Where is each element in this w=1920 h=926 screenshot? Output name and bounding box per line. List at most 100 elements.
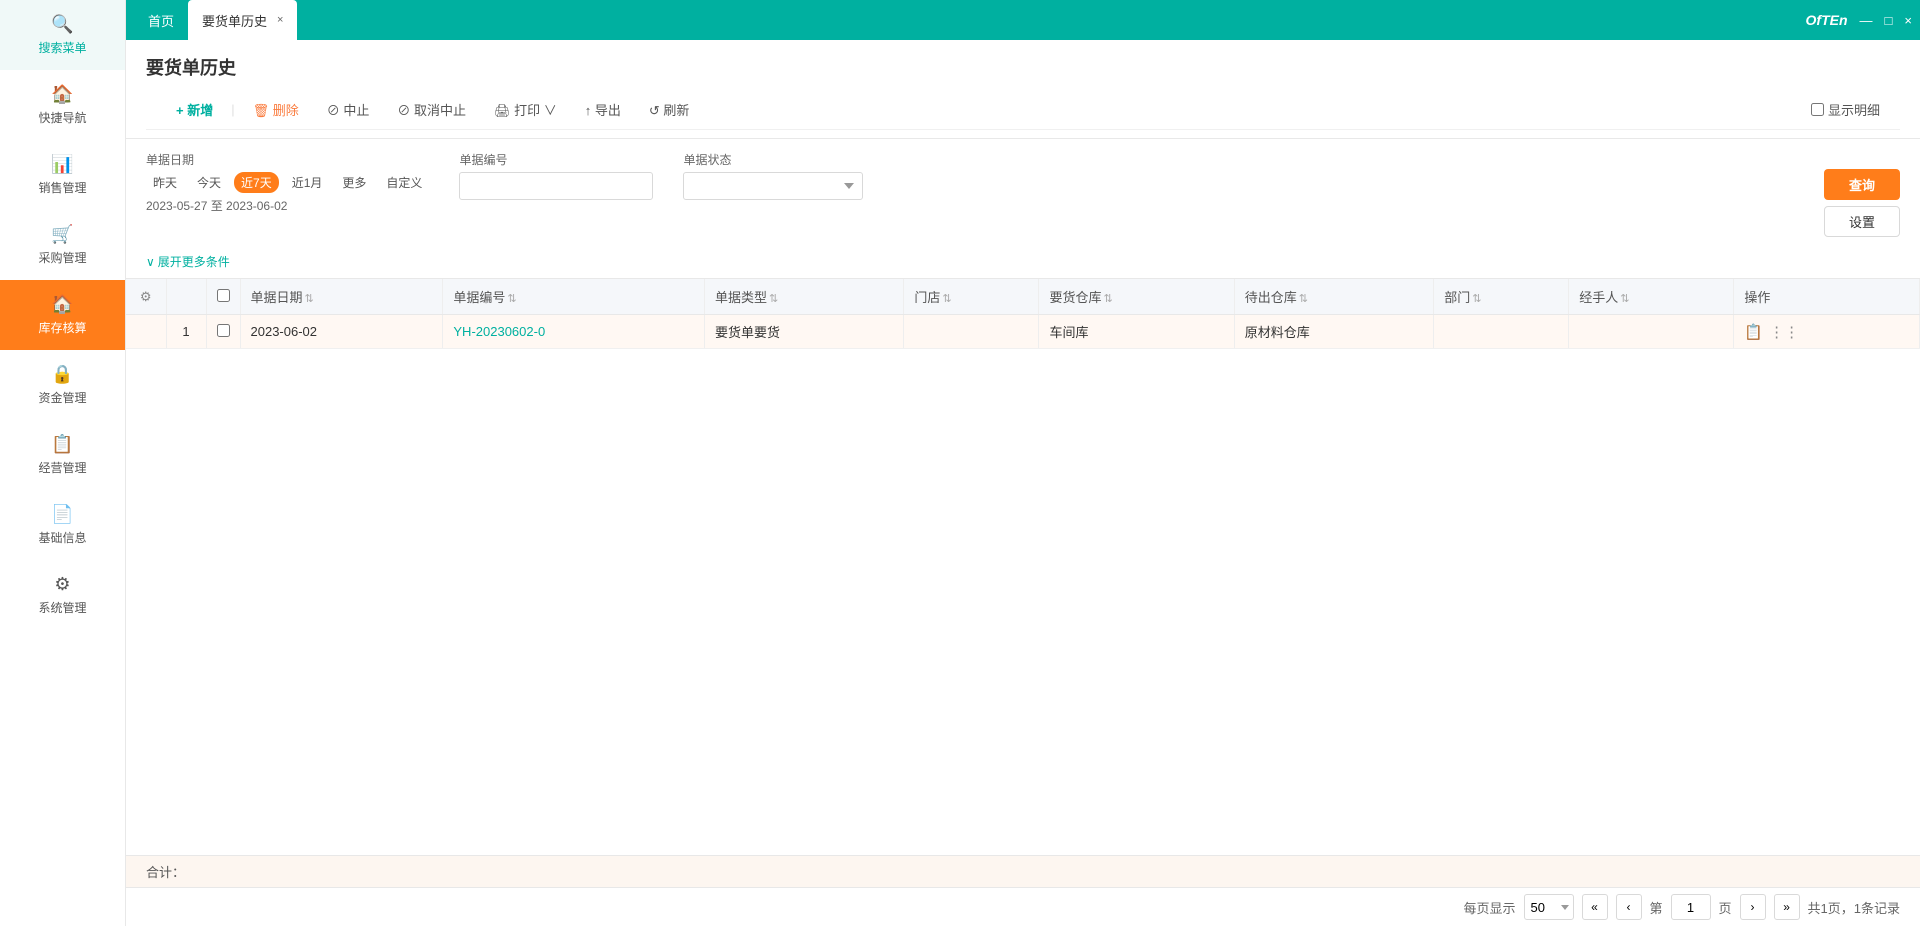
per-page-select[interactable]: 20 50 100 200 [1524,894,1574,920]
cell-dept [1434,315,1569,349]
page-title: 要货单历史 [146,54,1900,80]
tab-home-label: 首页 [148,11,174,30]
bill-no-field: 单据编号 [459,151,653,200]
delete-label: 🗑 删除 [253,100,299,119]
inventory-icon: 🏠 [51,294,73,315]
cell-store [904,315,1039,349]
chevron-down-icon: ∨ [146,255,155,269]
first-page-button[interactable]: « [1582,894,1608,920]
col-dept: 部门⇅ [1434,279,1569,315]
sidebar-item-search[interactable]: 🔍 搜索菜单 [0,0,125,70]
search-container: 单据日期 昨天 今天 近7天 近1月 更多 自定义 2023-05-27 至 2… [126,139,1920,279]
show-detail-control: 显示明细 [1811,100,1880,119]
bill-no-input[interactable] [459,172,653,200]
show-detail-checkbox[interactable] [1811,103,1824,116]
tab-close-icon[interactable]: × [277,14,283,26]
date-btn-1month[interactable]: 近1月 [285,172,330,193]
table-row: 1 2023-06-02 YH-20230602-0 要货单要货 车间库 原材料… [126,315,1920,349]
settings-icon[interactable]: ⚙ [140,289,152,304]
cell-num: 1 [166,315,206,349]
select-all-checkbox[interactable] [217,289,230,302]
footer-label: 合计： [146,862,185,881]
brand-label: OfTEn [1806,12,1848,28]
pagination-bar: 每页显示 20 50 100 200 « ‹ 第 页 › » 共1页，1条记录 [126,887,1920,926]
cell-checkbox [206,315,240,349]
close-button[interactable]: × [1904,13,1912,28]
expand-more-label: 展开更多条件 [158,253,230,270]
sidebar: 🔍 搜索菜单 🏠 快捷导航 📊 销售管理 🛒 采购管理 🏠 库存核算 🔒 资金管… [0,0,126,926]
last-page-button[interactable]: » [1774,894,1800,920]
sort-billno-icon[interactable]: ⇅ [507,293,516,305]
more-icon[interactable]: ⋮⋮ [1769,323,1799,341]
sidebar-item-label: 采购管理 [38,249,86,266]
col-actions: 操作 [1734,279,1920,315]
cell-req-warehouse: 车间库 [1039,315,1234,349]
minimize-button[interactable]: — [1860,13,1873,28]
sidebar-item-label: 系统管理 [38,599,86,616]
export-button[interactable]: ↑ 导出 [575,96,631,123]
col-num [166,279,206,315]
sort-billtype-icon[interactable]: ⇅ [769,293,778,305]
cancel-stop-button[interactable]: ⊘ 取消中止 [387,96,476,123]
window-controls: OfTEn — □ × [1806,12,1912,28]
col-settings[interactable]: ⚙ [126,279,166,315]
print-button[interactable]: 🖨 打印 ∨ [484,96,567,123]
home-icon: 🏠 [51,84,73,105]
sidebar-item-sales[interactable]: 📊 销售管理 [0,140,125,210]
maximize-button[interactable]: □ [1885,13,1893,28]
sidebar-item-finance[interactable]: 🔒 资金管理 [0,350,125,420]
cell-waiting-warehouse: 原材料仓库 [1234,315,1433,349]
page-suffix: 页 [1719,898,1732,917]
purchase-icon: 🛒 [51,224,73,245]
cancel-stop-label: ⊘ 取消中止 [397,100,466,119]
next-page-button[interactable]: › [1740,894,1766,920]
refresh-button[interactable]: ↺ 刷新 [639,96,700,123]
basic-icon: 📄 [51,504,73,525]
page-input[interactable] [1671,894,1711,920]
export-label: ↑ 导出 [585,100,621,119]
settings-button[interactable]: 设置 [1824,206,1900,237]
sort-waitwarehouse-icon[interactable]: ⇅ [1299,293,1308,305]
date-btn-custom[interactable]: 自定义 [379,172,429,193]
stop-label: ⊘ 中止 [327,100,370,119]
sort-store-icon[interactable]: ⇅ [942,293,951,305]
sort-date-icon[interactable]: ⇅ [305,293,314,305]
prev-page-button[interactable]: ‹ [1616,894,1642,920]
bill-no-link[interactable]: YH-20230602-0 [453,324,545,339]
expand-more-row[interactable]: ∨ 展开更多条件 [146,245,1900,278]
sales-icon: 📊 [51,154,73,175]
date-btn-yesterday[interactable]: 昨天 [146,172,184,193]
query-button[interactable]: 查询 [1824,169,1900,200]
status-label: 单据状态 [683,151,863,168]
sidebar-item-ops[interactable]: 📋 经营管理 [0,420,125,490]
col-req-warehouse: 要货仓库⇅ [1039,279,1234,315]
bill-no-label: 单据编号 [459,151,653,168]
edit-icon[interactable]: 📋 [1744,323,1763,341]
sort-dept-icon[interactable]: ⇅ [1472,293,1481,305]
sidebar-item-inventory[interactable]: 🏠 库存核算 [0,280,125,350]
date-btn-today[interactable]: 今天 [190,172,228,193]
cell-bill-no: YH-20230602-0 [443,315,705,349]
sidebar-item-purchase[interactable]: 🛒 采购管理 [0,210,125,280]
tab-bar: 首页 要货单历史 × OfTEn — □ × [126,0,1920,40]
sidebar-item-system[interactable]: ⚙ 系统管理 [0,560,125,630]
tab-home[interactable]: 首页 [134,0,188,40]
sidebar-item-quicknav[interactable]: 🏠 快捷导航 [0,70,125,140]
stop-button[interactable]: ⊘ 中止 [317,96,380,123]
tab-active[interactable]: 要货单历史 × [188,0,297,40]
table-area: ⚙ 单据日期⇅ 单据编号⇅ 单据类型⇅ 门店⇅ 要货仓库⇅ 待出仓库⇅ 部门⇅ … [126,279,1920,855]
sort-reqwarehouse-icon[interactable]: ⇅ [1103,293,1112,305]
search-actions: 查询 设置 [1824,151,1900,237]
date-btn-7days[interactable]: 近7天 [234,172,279,193]
row-checkbox[interactable] [217,324,230,337]
sidebar-item-label: 销售管理 [38,179,86,196]
date-btn-more[interactable]: 更多 [335,172,373,193]
col-date: 单据日期⇅ [240,279,443,315]
status-select[interactable] [683,172,863,200]
sort-handler-icon[interactable]: ⇅ [1620,293,1629,305]
sidebar-item-basic[interactable]: 📄 基础信息 [0,490,125,560]
show-detail-label: 显示明细 [1828,100,1880,119]
new-button[interactable]: + 新增 [166,96,223,123]
sidebar-item-label: 库存核算 [38,319,86,336]
delete-button[interactable]: 🗑 删除 [243,96,309,123]
